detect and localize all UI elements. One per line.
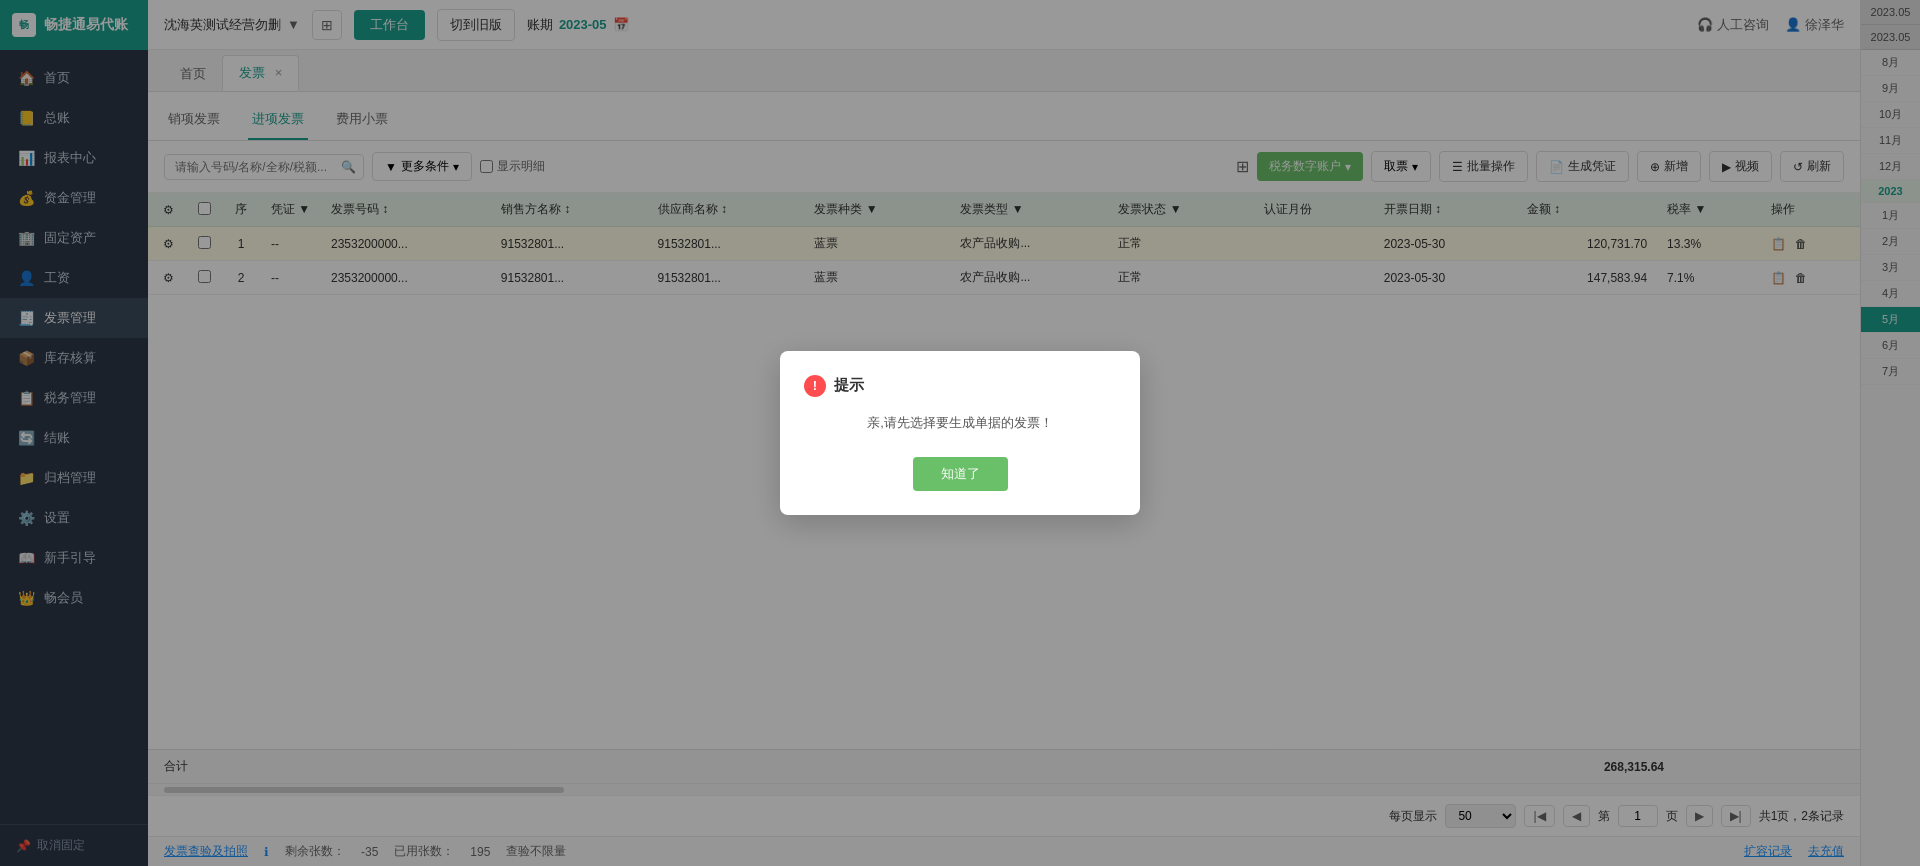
warning-icon: ! <box>804 375 826 397</box>
dialog-message: 亲,请先选择要生成单据的发票！ <box>804 413 1116 434</box>
dialog: ! 提示 亲,请先选择要生成单据的发票！ 知道了 <box>780 351 1140 516</box>
dialog-overlay: ! 提示 亲,请先选择要生成单据的发票！ 知道了 <box>0 0 1920 866</box>
dialog-confirm-button[interactable]: 知道了 <box>913 457 1008 491</box>
dialog-footer: 知道了 <box>804 457 1116 491</box>
dialog-title-text: 提示 <box>834 376 864 395</box>
dialog-title: ! 提示 <box>804 375 1116 397</box>
